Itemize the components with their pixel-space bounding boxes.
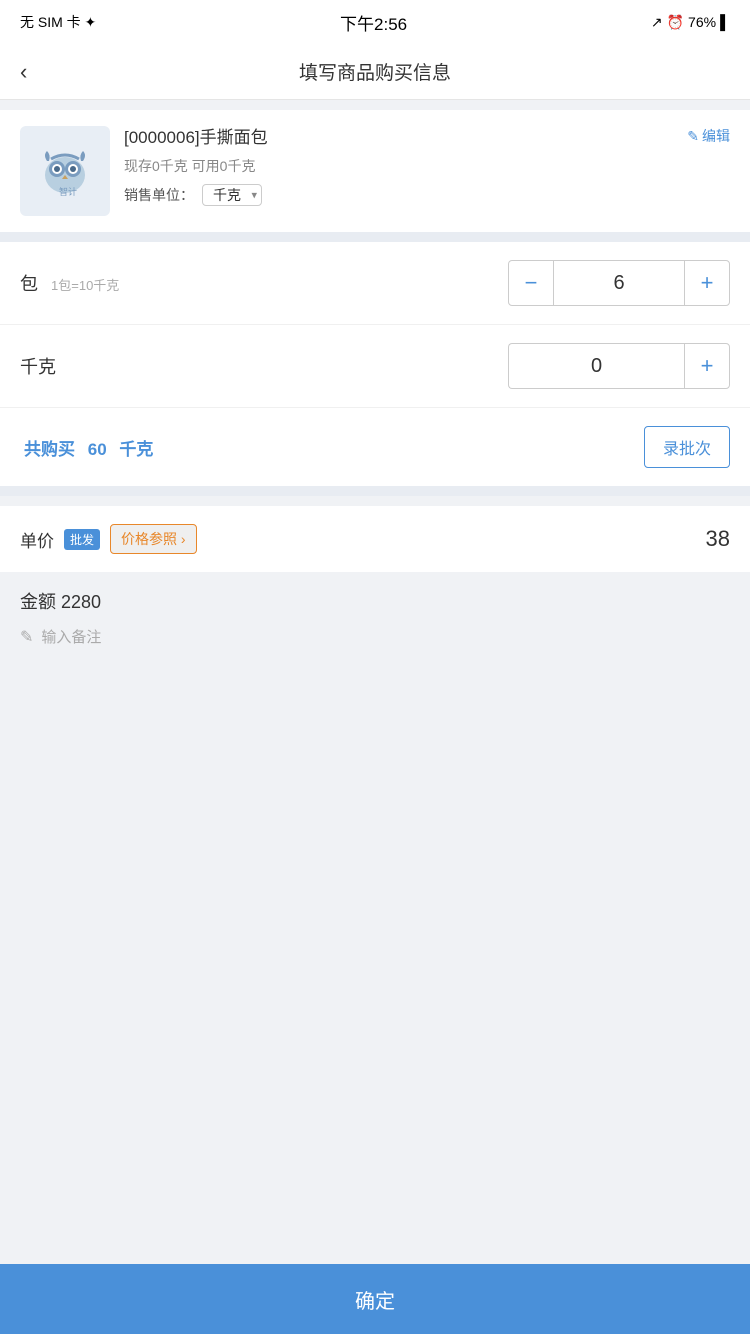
price-section: 单价 批发 价格参照 › 38 (0, 506, 750, 572)
total-prefix: 共购买 (24, 440, 75, 459)
sim-text: 无 SIM 卡 ✦ (20, 12, 96, 32)
separator-2 (0, 486, 750, 496)
back-button[interactable]: ‹ (20, 59, 27, 85)
status-time: 下午2:56 (340, 10, 407, 35)
product-stock: 现存0千克 可用0千克 (124, 156, 730, 176)
confirm-bar[interactable]: 确定 (0, 1264, 750, 1334)
record-batch-button[interactable]: 录批次 (644, 426, 730, 468)
price-value: 38 (706, 526, 730, 552)
status-bar: 无 SIM 卡 ✦ 下午2:56 ↗ ⏰ 76% ▌ (0, 0, 750, 44)
unit-select[interactable]: 千克 包 (202, 184, 262, 206)
quantity-section: 包 1包=10千克 − + 千克 + (0, 242, 750, 408)
quantity-row-kg: 千克 + (0, 325, 750, 408)
quantity-row-bag: 包 1包=10千克 − + (0, 242, 750, 325)
grey-spacer (0, 657, 750, 957)
product-image: 智计 (20, 126, 110, 216)
unit-select-wrap[interactable]: 千克 包 (202, 184, 262, 206)
product-logo: 智计 (35, 141, 95, 201)
amount-label: 金额 (20, 592, 56, 612)
total-row: 共购买 60 千克 录批次 (0, 408, 750, 486)
price-row: 单价 批发 价格参照 › 38 (20, 524, 730, 554)
qty-controls-kg: + (508, 343, 730, 389)
product-unit-row: 销售单位： 千克 包 (124, 184, 730, 206)
product-info: [0000006]手撕面包 ✎ 编辑 现存0千克 可用0千克 销售单位： 千克 … (124, 126, 730, 206)
location-icon: ↗ (651, 14, 663, 31)
edit-button[interactable]: ✎ 编辑 (687, 126, 730, 146)
battery-icon: ▌ (720, 14, 730, 30)
note-icon: ✎ (20, 627, 33, 647)
qty-hint-bag: 1包=10千克 (51, 278, 119, 293)
separator-1 (0, 232, 750, 242)
qty-label-bag: 包 1包=10千克 (20, 270, 508, 296)
qty-input-kg[interactable] (508, 343, 684, 389)
note-row[interactable]: ✎ 输入备注 (20, 626, 730, 647)
edit-label: 编辑 (702, 126, 730, 146)
qty-plus-kg[interactable]: + (684, 343, 730, 389)
price-type-tag: 批发 (64, 529, 100, 550)
nav-bar: ‹ 填写商品购买信息 (0, 44, 750, 100)
qty-minus-bag[interactable]: − (508, 260, 554, 306)
total-value: 60 (88, 440, 107, 459)
product-name: [0000006]手撕面包 (124, 126, 268, 150)
svg-text:智计: 智计 (59, 186, 77, 197)
price-reference-button[interactable]: 价格参照 › (110, 524, 197, 554)
total-text: 共购买 60 千克 (20, 435, 157, 460)
battery-text: 76% (688, 14, 716, 30)
price-label: 单价 (20, 527, 54, 552)
status-right: ↗ ⏰ 76% ▌ (651, 14, 730, 31)
amount-section: 金额 2280 ✎ 输入备注 (0, 572, 750, 657)
amount-row: 金额 2280 (20, 588, 730, 614)
status-left: 无 SIM 卡 ✦ (20, 12, 96, 32)
product-card: 智计 [0000006]手撕面包 ✎ 编辑 现存0千克 可用0千克 销售单位： … (0, 110, 750, 232)
qty-label-kg: 千克 (20, 353, 508, 379)
amount-number: 2280 (61, 592, 101, 612)
confirm-button-text: 确定 (355, 1285, 395, 1314)
unit-label: 销售单位： (124, 185, 194, 205)
alarm-icon: ⏰ (667, 14, 684, 31)
qty-controls-bag: − + (508, 260, 730, 306)
qty-plus-bag[interactable]: + (684, 260, 730, 306)
note-placeholder: 输入备注 (41, 626, 101, 647)
total-unit: 千克 (119, 440, 153, 459)
page-title: 填写商品购买信息 (299, 58, 451, 85)
edit-icon: ✎ (687, 128, 699, 145)
qty-input-bag[interactable] (554, 260, 684, 306)
